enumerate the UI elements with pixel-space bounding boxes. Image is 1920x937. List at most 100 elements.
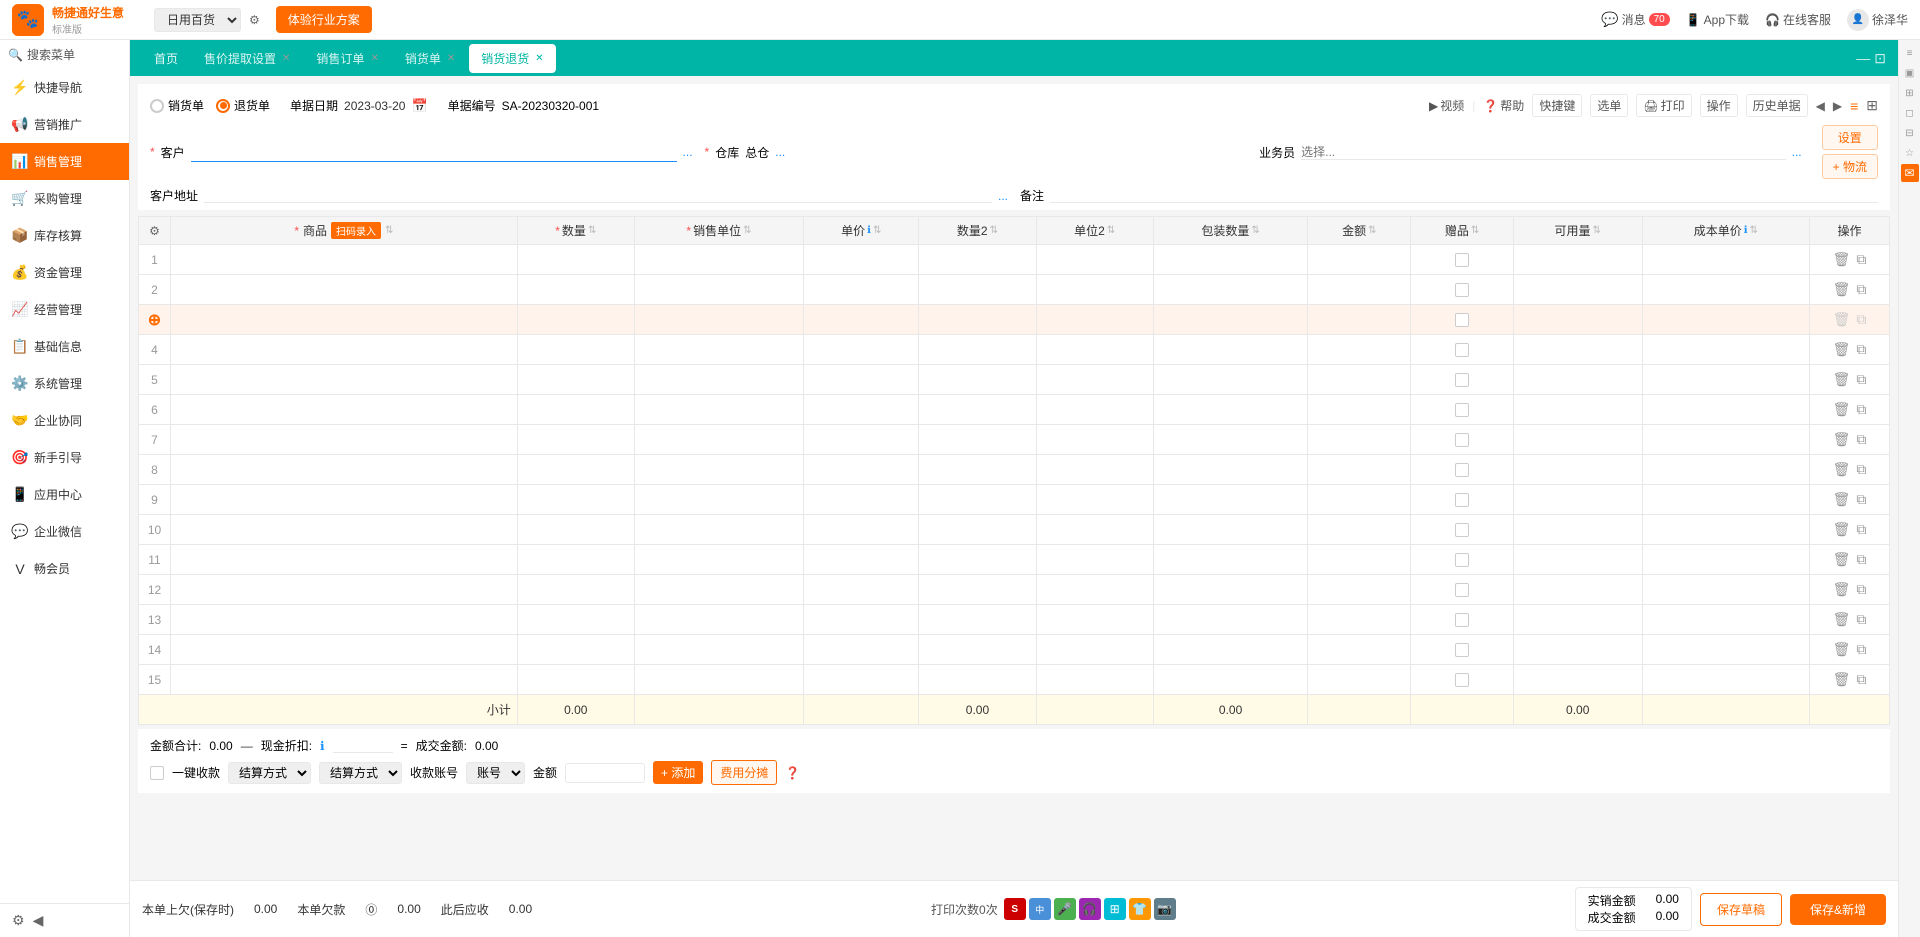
warehouse-select-icon[interactable]: ...	[775, 145, 785, 159]
toolbar-icon-camera[interactable]: 📷	[1154, 898, 1176, 920]
delete-row-3[interactable]: 🗑	[1833, 311, 1851, 328]
right-icon-6[interactable]: ☆	[1901, 144, 1919, 162]
tab-sales-delivery[interactable]: 销货单 ✕	[393, 44, 467, 73]
delete-row-8[interactable]: 🗑	[1833, 461, 1851, 478]
address-select-icon[interactable]: ...	[998, 189, 1008, 203]
col-unit2-sort[interactable]: ⇅	[1107, 225, 1115, 236]
copy-row-15[interactable]: ⧉	[1856, 671, 1866, 688]
copy-row-9[interactable]: ⧉	[1856, 491, 1866, 508]
tab-close-order[interactable]: ✕	[370, 53, 378, 64]
right-icon-4[interactable]: ◻	[1901, 104, 1919, 122]
nav-next-icon[interactable]: ▶	[1833, 99, 1842, 113]
gift-checkbox-4[interactable]	[1455, 343, 1469, 357]
gift-checkbox-10[interactable]	[1455, 523, 1469, 537]
delete-row-2[interactable]: 🗑	[1833, 281, 1851, 298]
toolbar-icon-mic[interactable]: 🎤	[1054, 898, 1076, 920]
toolbar-icon-zh[interactable]: 中	[1029, 898, 1051, 920]
col-pkg-qty-sort[interactable]: ⇅	[1251, 225, 1259, 236]
delete-row-1[interactable]: 🗑	[1833, 251, 1851, 268]
remarks-input[interactable]	[1050, 188, 1878, 203]
add-payment-btn[interactable]: + 添加	[653, 761, 703, 784]
col-sales-unit-sort[interactable]: ⇅	[743, 225, 751, 236]
copy-row-11[interactable]: ⧉	[1856, 551, 1866, 568]
sidebar-item-basic-info[interactable]: 📋 基础信息	[0, 328, 129, 365]
copy-row-1[interactable]: ⧉	[1856, 251, 1866, 268]
right-icon-7[interactable]: ✉	[1901, 164, 1919, 182]
sidebar-item-system[interactable]: ⚙️ 系统管理	[0, 365, 129, 402]
right-icon-3[interactable]: ⊞	[1901, 84, 1919, 102]
delete-row-9[interactable]: 🗑	[1833, 491, 1851, 508]
sidebar-item-inventory[interactable]: 📦 库存核算	[0, 217, 129, 254]
tab-close-return[interactable]: ✕	[535, 53, 543, 64]
expense-split-btn[interactable]: 费用分摊	[711, 760, 777, 785]
delete-row-14[interactable]: 🗑	[1833, 641, 1851, 658]
sidebar-item-purchase[interactable]: 🛒 采购管理	[0, 180, 129, 217]
settings-bottom-icon[interactable]: ⚙	[12, 912, 25, 929]
gift-checkbox-5[interactable]	[1455, 373, 1469, 387]
gift-checkbox-3[interactable]	[1455, 313, 1469, 327]
right-icon-5[interactable]: ⊟	[1901, 124, 1919, 142]
col-qty2-sort[interactable]: ⇅	[990, 225, 998, 236]
col-product-sort[interactable]: ⇅	[385, 225, 393, 236]
delete-row-11[interactable]: 🗑	[1833, 551, 1851, 568]
gift-checkbox-15[interactable]	[1455, 673, 1469, 687]
calc-method-select[interactable]: 结算方式	[319, 762, 402, 784]
delete-row-5[interactable]: 🗑	[1833, 371, 1851, 388]
question-icon[interactable]: ❓	[785, 766, 800, 780]
copy-row-13[interactable]: ⧉	[1856, 611, 1866, 628]
gift-checkbox-9[interactable]	[1455, 493, 1469, 507]
copy-row-10[interactable]: ⧉	[1856, 521, 1866, 538]
user-avatar[interactable]: 👤 徐泽华	[1847, 9, 1908, 31]
gift-checkbox-11[interactable]	[1455, 553, 1469, 567]
delete-row-13[interactable]: 🗑	[1833, 611, 1851, 628]
save-new-btn[interactable]: 保存&新增	[1790, 894, 1886, 925]
save-draft-btn[interactable]: 保存草稿	[1700, 893, 1782, 926]
delete-row-15[interactable]: 🗑	[1833, 671, 1851, 688]
toolbar-icon-ear[interactable]: 🎧	[1079, 898, 1101, 920]
collapse-icon[interactable]: ◀	[33, 912, 44, 929]
col-cost-price-sort[interactable]: ⇅	[1750, 225, 1758, 236]
copy-row-5[interactable]: ⧉	[1856, 371, 1866, 388]
toolbar-icon-s[interactable]: S	[1004, 898, 1026, 920]
sidebar-item-guide[interactable]: 🎯 新手引导	[0, 439, 129, 476]
message-btn[interactable]: 💬 消息 70	[1601, 11, 1670, 28]
action-select[interactable]: 选单	[1590, 94, 1628, 117]
copy-row-7[interactable]: ⧉	[1856, 431, 1866, 448]
col-unit-price-sort[interactable]: ⇅	[873, 225, 881, 236]
delete-row-10[interactable]: 🗑	[1833, 521, 1851, 538]
col-cost-price-info[interactable]: ℹ	[1744, 225, 1748, 236]
right-icon-2[interactable]: ▣	[1901, 64, 1919, 82]
action-video[interactable]: ▶ 视频	[1429, 97, 1464, 114]
col-unit-price-info[interactable]: ℹ	[867, 225, 871, 236]
sidebar-item-quick-nav[interactable]: ⚡ 快捷导航	[0, 69, 129, 106]
date-value[interactable]: 2023-03-20	[344, 99, 405, 113]
staff-select-icon[interactable]: ...	[1792, 145, 1802, 159]
sidebar-item-member[interactable]: V 畅会员	[0, 550, 129, 587]
gift-checkbox-13[interactable]	[1455, 613, 1469, 627]
nav-prev-icon[interactable]: ◀	[1816, 99, 1825, 113]
product-input-row3[interactable]	[173, 313, 515, 327]
tab-home[interactable]: 首页	[142, 45, 190, 72]
experience-btn[interactable]: 体验行业方案	[276, 6, 372, 33]
action-operate[interactable]: 操作	[1700, 94, 1738, 117]
calendar-icon[interactable]: 📅	[411, 98, 427, 114]
customer-select-icon[interactable]: ...	[683, 145, 693, 159]
tab-maximize-icon[interactable]: ⊡	[1874, 50, 1886, 67]
col-gift-sort[interactable]: ⇅	[1471, 225, 1479, 236]
gift-checkbox-8[interactable]	[1455, 463, 1469, 477]
action-history[interactable]: 历史单据	[1746, 94, 1808, 117]
copy-row-4[interactable]: ⧉	[1856, 341, 1866, 358]
tab-close-delivery[interactable]: ✕	[447, 53, 455, 64]
address-input[interactable]	[204, 188, 992, 203]
tab-sales-return[interactable]: 销货退货 ✕	[469, 44, 555, 73]
radio-sales-bill[interactable]: 销货单	[150, 97, 204, 114]
sidebar-item-sales[interactable]: 📊 销售管理	[0, 143, 129, 180]
gift-checkbox-6[interactable]	[1455, 403, 1469, 417]
department-select[interactable]: 日用百货	[154, 8, 241, 32]
tab-close-price[interactable]: ✕	[282, 53, 290, 64]
gift-checkbox-14[interactable]	[1455, 643, 1469, 657]
copy-row-12[interactable]: ⧉	[1856, 581, 1866, 598]
copy-row-6[interactable]: ⧉	[1856, 401, 1866, 418]
app-download-btn[interactable]: 📱App下载	[1686, 11, 1749, 28]
col-qty-sort[interactable]: ⇅	[588, 225, 596, 236]
